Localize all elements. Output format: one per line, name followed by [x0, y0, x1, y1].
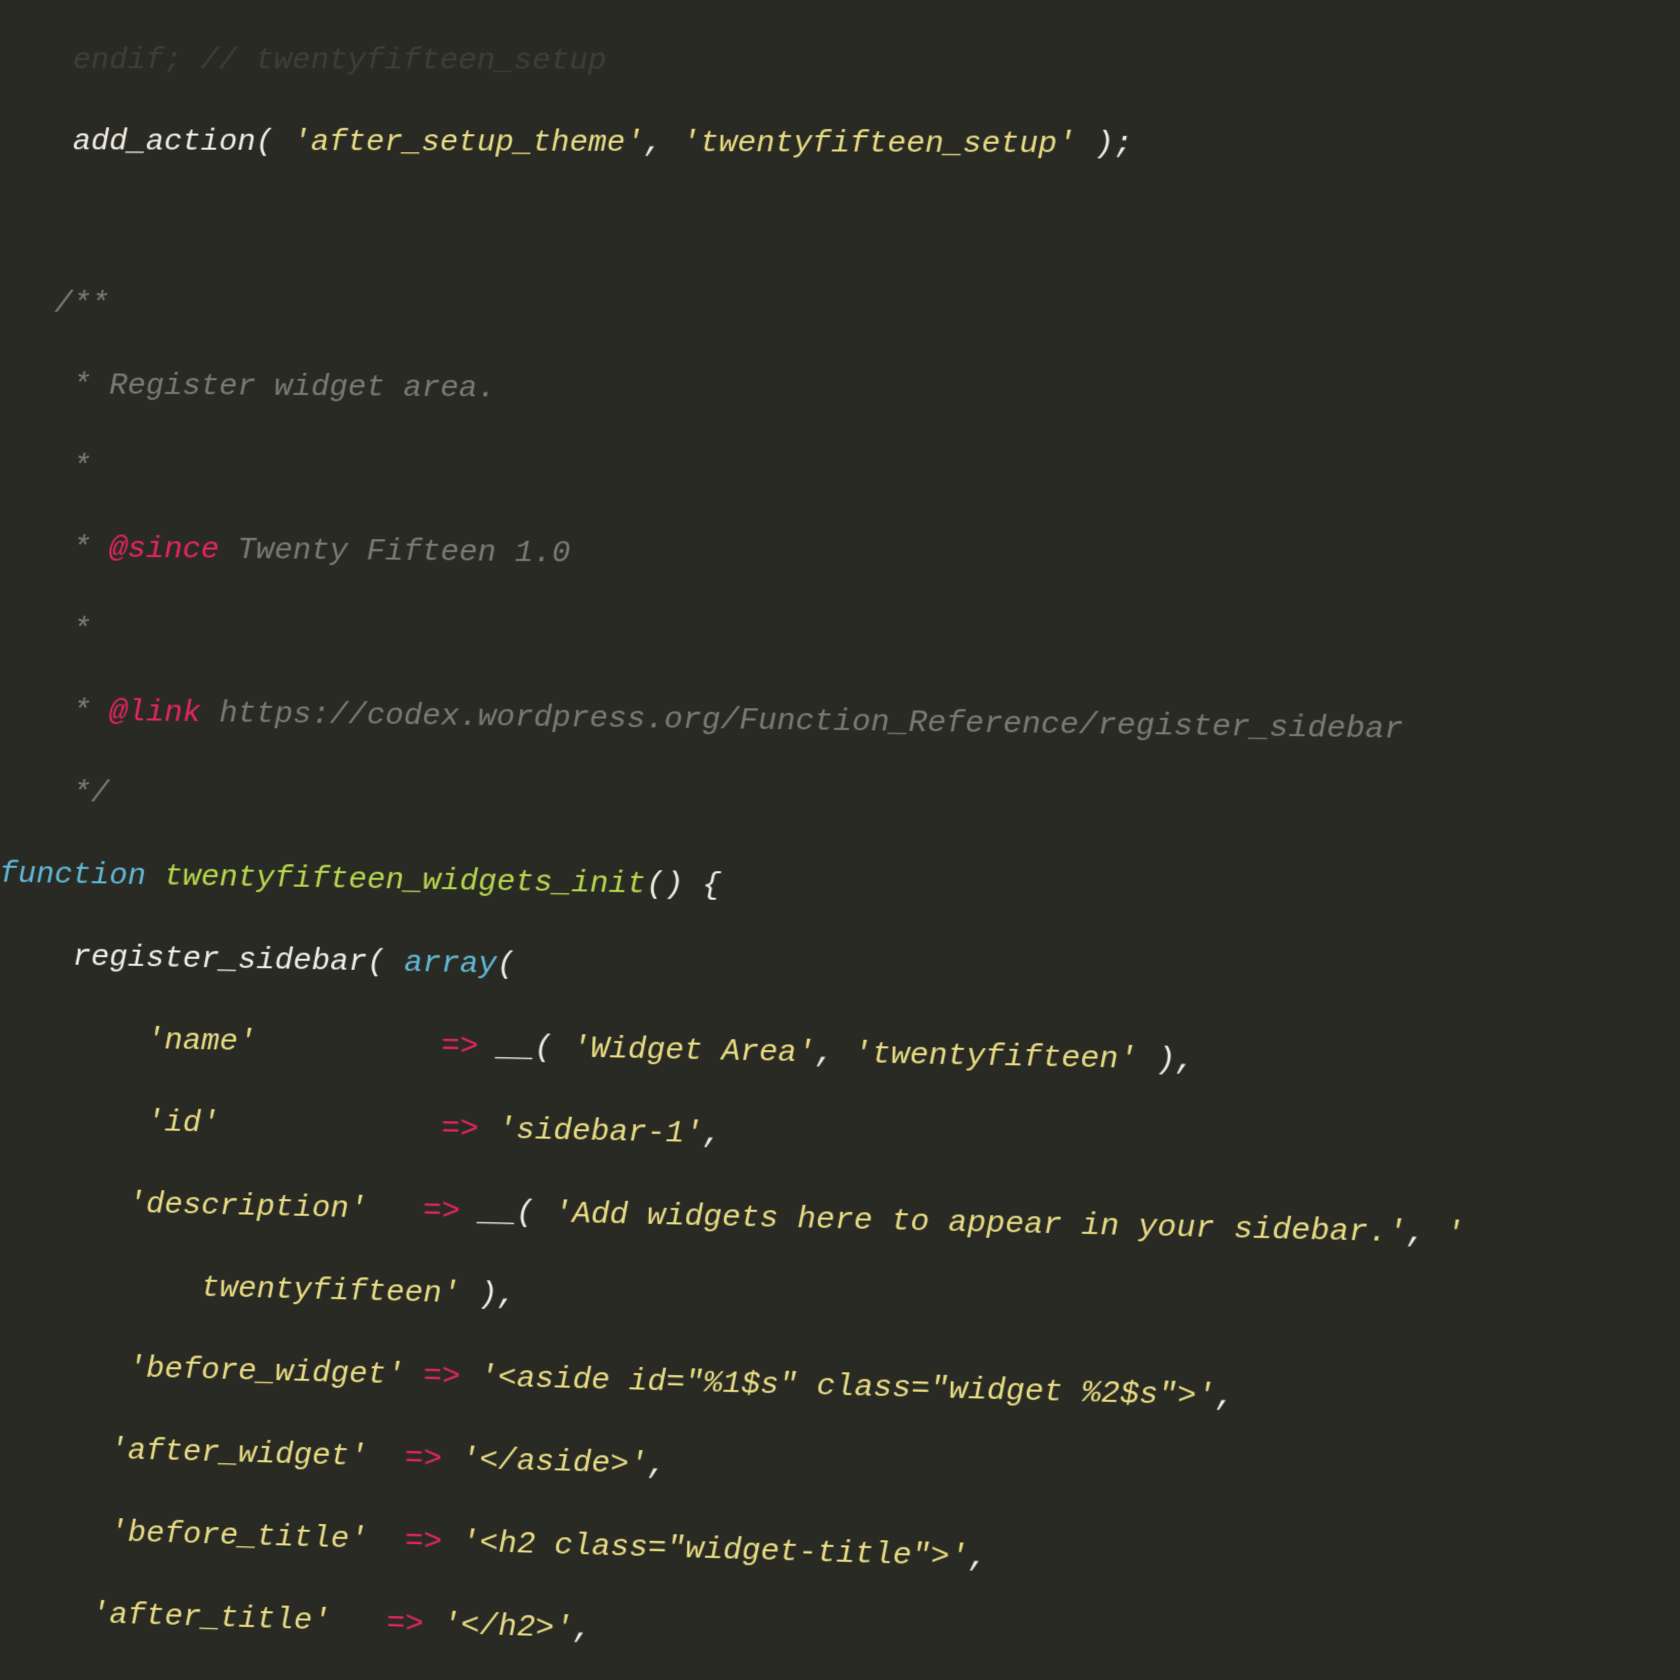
code-line: 'after_title' => '</h2>',	[0, 1591, 1680, 1680]
code-line: *	[0, 609, 1680, 672]
code-line: /**	[0, 284, 1680, 335]
code-line: function twentyfifteen_widgets_init() {	[0, 854, 1680, 925]
code-line: 'description' => __( 'Add widgets here t…	[0, 1181, 1680, 1263]
code-editor-viewport[interactable]: endif; // twentyfifteen_setup add_action…	[0, 0, 1680, 872]
code-line: twentyfifteen' ),	[0, 1263, 1680, 1348]
code-line: * @link https://codex.wordpress.org/Func…	[0, 691, 1680, 756]
code-line: add_action( 'after_setup_theme', 'twenty…	[0, 122, 1680, 168]
code-line: 'after_widget' => '</aside>',	[0, 1427, 1680, 1517]
code-line: */	[0, 772, 1680, 840]
code-line: 'before_widget' => '<aside id="%1$s" cla…	[0, 1345, 1680, 1433]
code-line: *	[0, 446, 1680, 503]
code-line-blank	[0, 203, 1680, 252]
code-line: * @since Twenty Fifteen 1.0	[0, 528, 1680, 588]
code-line: 'name' => __( 'Widget Area', 'twentyfift…	[0, 1017, 1680, 1093]
code-line: register_sidebar( array(	[0, 936, 1680, 1010]
code-line: 'id' => 'sidebar-1',	[0, 1099, 1680, 1178]
code-line: endif; // twentyfifteen_setup	[0, 41, 1680, 84]
code-line: * Register widget area.	[0, 365, 1680, 419]
code-line: 'before_title' => '<h2 class="widget-tit…	[0, 1509, 1680, 1602]
